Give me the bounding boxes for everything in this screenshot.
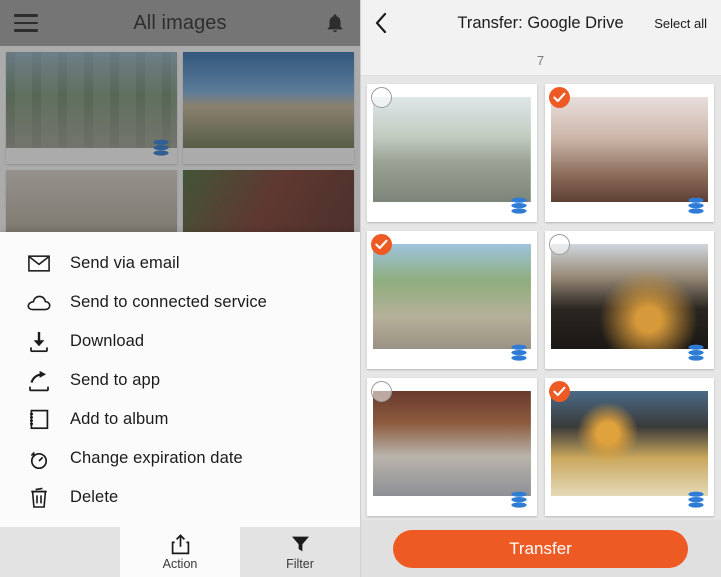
action-download[interactable]: Download bbox=[0, 322, 360, 361]
transfer-image bbox=[550, 97, 708, 202]
select-all-button[interactable]: Select all bbox=[654, 16, 707, 31]
stopwatch-icon bbox=[26, 446, 52, 472]
action-send-via-email[interactable]: Send via email bbox=[0, 244, 360, 283]
action-label: Send to connected service bbox=[70, 293, 267, 311]
panel-divider bbox=[360, 0, 361, 577]
share-up-icon bbox=[171, 533, 190, 555]
right-panel-transfer: Transfer: Google Drive Select all 7 Tran… bbox=[360, 0, 721, 577]
transfer-image bbox=[550, 391, 708, 496]
tab-filter[interactable]: Filter bbox=[240, 527, 360, 577]
selection-count: 7 bbox=[360, 46, 721, 76]
selection-checkbox[interactable] bbox=[548, 87, 570, 108]
tab-label: Filter bbox=[286, 557, 314, 571]
share-arrow-icon bbox=[26, 368, 52, 394]
action-change-expiration-date[interactable]: Change expiration date bbox=[0, 439, 360, 478]
transfer-image-grid bbox=[360, 76, 721, 516]
database-icon bbox=[686, 344, 706, 367]
tab-empty[interactable] bbox=[0, 527, 120, 577]
database-icon bbox=[686, 197, 706, 220]
transfer-image bbox=[373, 391, 531, 496]
selection-checkbox[interactable] bbox=[371, 234, 392, 255]
transfer-image bbox=[373, 97, 531, 202]
transfer-card[interactable] bbox=[367, 231, 537, 369]
chevron-left-icon[interactable] bbox=[374, 12, 396, 34]
download-icon bbox=[26, 329, 52, 355]
transfer-image bbox=[550, 244, 708, 349]
bottom-tab-bar: Action Filter bbox=[0, 527, 360, 577]
app-root: All images Send via email Send to connec… bbox=[0, 0, 721, 577]
action-send-to-app[interactable]: Send to app bbox=[0, 361, 360, 400]
dim-overlay-header bbox=[0, 0, 360, 46]
selection-checkbox[interactable] bbox=[371, 381, 392, 402]
right-header: Transfer: Google Drive Select all bbox=[360, 0, 721, 46]
action-delete[interactable]: Delete bbox=[0, 478, 360, 517]
transfer-card[interactable] bbox=[544, 378, 714, 516]
database-icon bbox=[686, 491, 706, 514]
tab-action[interactable]: Action bbox=[120, 527, 240, 577]
funnel-icon bbox=[291, 533, 310, 555]
action-label: Delete bbox=[70, 488, 119, 506]
transfer-card[interactable] bbox=[544, 231, 714, 369]
selection-checkbox[interactable] bbox=[371, 87, 392, 108]
trash-icon bbox=[26, 485, 52, 511]
transfer-action-bar: Transfer bbox=[360, 520, 721, 577]
action-sheet: Send via email Send to connected service bbox=[0, 232, 360, 527]
selection-checkbox[interactable] bbox=[548, 381, 570, 402]
database-icon bbox=[509, 491, 529, 514]
envelope-icon bbox=[26, 251, 52, 277]
action-send-to-connected-service[interactable]: Send to connected service bbox=[0, 283, 360, 322]
transfer-card[interactable] bbox=[367, 84, 537, 222]
database-icon bbox=[509, 344, 529, 367]
selection-checkbox[interactable] bbox=[548, 234, 570, 255]
action-label: Change expiration date bbox=[70, 449, 243, 467]
tab-label: Action bbox=[162, 557, 198, 571]
transfer-card[interactable] bbox=[367, 378, 537, 516]
album-icon bbox=[26, 407, 52, 433]
transfer-image bbox=[373, 244, 531, 349]
database-icon bbox=[509, 197, 529, 220]
action-label: Add to album bbox=[70, 410, 169, 428]
action-add-to-album[interactable]: Add to album bbox=[0, 400, 360, 439]
transfer-card[interactable] bbox=[544, 84, 714, 222]
transfer-button[interactable]: Transfer bbox=[393, 529, 688, 568]
action-label: Send via email bbox=[70, 254, 180, 272]
action-label: Send to app bbox=[70, 371, 161, 389]
left-panel-all-images: All images Send via email Send to connec… bbox=[0, 0, 360, 577]
cloud-icon bbox=[26, 290, 52, 316]
action-label: Download bbox=[70, 332, 145, 350]
